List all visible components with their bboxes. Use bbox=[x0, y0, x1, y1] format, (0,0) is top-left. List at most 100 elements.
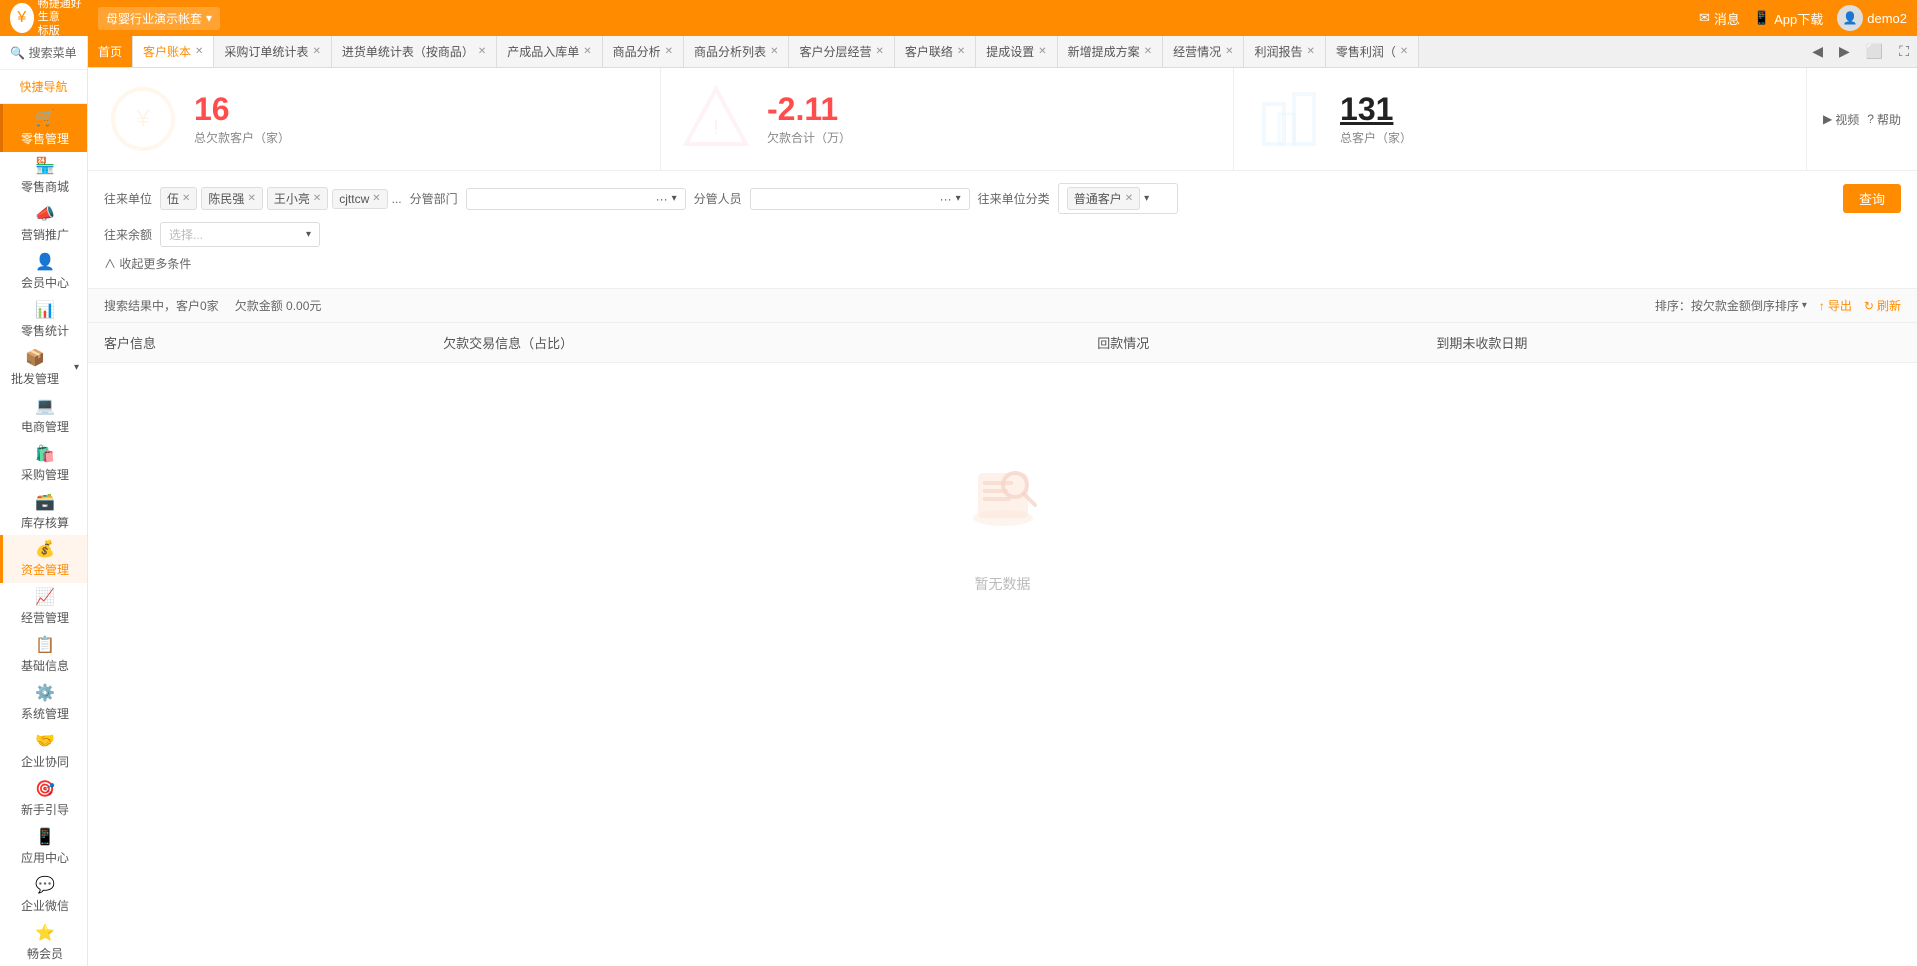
filter-person-more-icon: ··· bbox=[940, 192, 952, 206]
sidebar-item-retail-mall[interactable]: 🏪 零售商城 bbox=[0, 152, 87, 200]
export-icon: ↑ bbox=[1819, 299, 1825, 313]
wholesale-icon: 📦 bbox=[25, 348, 45, 368]
tab-close-product-analysis[interactable]: ✕ bbox=[665, 46, 673, 57]
sidebar-item-newbie[interactable]: 🎯 新手引导 bbox=[0, 774, 87, 822]
tab-next-button[interactable]: ▶ bbox=[1831, 39, 1858, 64]
tab-close-profit[interactable]: ✕ bbox=[1307, 46, 1315, 57]
filter-tag-wang: 王小亮 ✕ bbox=[267, 187, 328, 210]
tab-product-analysis-list[interactable]: 商品分析列表 ✕ bbox=[684, 36, 789, 67]
filter-label-person: 分管人员 bbox=[694, 190, 742, 207]
data-table: 客户信息 欠款交易信息（占比） 回款情况 到期未收款日期 bbox=[88, 323, 1917, 363]
tab-close-retail-profit[interactable]: ✕ bbox=[1400, 46, 1408, 57]
filter-label-unit: 往来单位 bbox=[104, 190, 152, 207]
tab-close-promotion[interactable]: ✕ bbox=[1038, 46, 1046, 57]
tab-close-purchase[interactable]: ✕ bbox=[312, 46, 320, 57]
finance-icon: 💰 bbox=[35, 539, 55, 559]
tab-close-contact[interactable]: ✕ bbox=[957, 46, 965, 57]
sidebar-item-marketing[interactable]: 📣 营销推广 bbox=[0, 200, 87, 248]
tab-product-analysis[interactable]: 商品分析 ✕ bbox=[603, 36, 684, 67]
tab-purchase-order-stats[interactable]: 采购订单统计表 ✕ bbox=[214, 36, 331, 67]
sidebar-item-member[interactable]: 👤 会员中心 bbox=[0, 248, 87, 296]
tab-close-stock[interactable]: ✕ bbox=[478, 46, 486, 57]
sidebar-item-operation[interactable]: 📈 经营管理 bbox=[0, 583, 87, 631]
app-download-button[interactable]: 📱 App下载 bbox=[1754, 9, 1823, 28]
sidebar-item-system[interactable]: ⚙️ 系统管理 bbox=[0, 679, 87, 727]
purchase-icon: 🛍️ bbox=[35, 444, 55, 464]
refresh-button[interactable]: ↻ 刷新 bbox=[1864, 297, 1901, 314]
stat-card-total-customers: 131 总客户（家） bbox=[1234, 68, 1807, 170]
sidebar-item-ecommerce[interactable]: 💻 电商管理 bbox=[0, 391, 87, 439]
tab-customer-contact[interactable]: 客户联络 ✕ bbox=[895, 36, 976, 67]
stat-label-debt: 欠款合计（万） bbox=[767, 129, 851, 146]
sidebar-item-retail-mgmt[interactable]: 🛒 零售管理 bbox=[0, 104, 87, 152]
filter-select-dept[interactable]: ··· ▾ bbox=[466, 188, 686, 210]
sidebar-item-wechat[interactable]: 💬 企业微信 bbox=[0, 870, 87, 918]
filter-label-balance: 往来余额 bbox=[104, 226, 152, 243]
tab-customer-segment[interactable]: 客户分层经营 ✕ bbox=[789, 36, 894, 67]
tab-retail-profit[interactable]: 零售利润（ ✕ bbox=[1326, 36, 1419, 67]
tab-profit-report[interactable]: 利润报告 ✕ bbox=[1244, 36, 1325, 67]
sidebar-item-app-center[interactable]: 📱 应用中心 bbox=[0, 822, 87, 870]
filter-select-category[interactable]: 普通客户 ✕ ▾ bbox=[1058, 183, 1178, 214]
tab-fullscreen-button[interactable]: ⛶ bbox=[1891, 39, 1917, 64]
sidebar-search[interactable]: 🔍 搜索菜单 bbox=[0, 36, 87, 70]
sidebar-item-retail-stats[interactable]: 📊 零售统计 bbox=[0, 296, 87, 344]
sidebar-item-enterprise[interactable]: 🤝 企业协同 bbox=[0, 727, 87, 775]
sidebar-item-finance[interactable]: 💰 资金管理 bbox=[0, 535, 87, 583]
sidebar-item-wholesale-mgmt[interactable]: 📦 批发管理 ▾ bbox=[0, 343, 87, 391]
tab-expand-button[interactable]: ⬜ bbox=[1858, 39, 1891, 64]
workspace-selector[interactable]: 母婴行业演示帐套 ▾ bbox=[98, 7, 220, 30]
tab-close-add-promo[interactable]: ✕ bbox=[1144, 46, 1152, 57]
marketing-icon: 📣 bbox=[35, 204, 55, 224]
tab-customer-book[interactable]: 客户账本 ✕ bbox=[133, 36, 214, 67]
help-links: ▶ 视频 ? 帮助 bbox=[1807, 68, 1917, 170]
tag-close-chen[interactable]: ✕ bbox=[247, 193, 255, 204]
tag-close-wang[interactable]: ✕ bbox=[313, 193, 321, 204]
sort-label: 排序：按欠款金额倒序排序 bbox=[1655, 297, 1799, 314]
result-bar-right: 排序：按欠款金额倒序排序 ▾ ↑ 导出 ↻ 刷新 bbox=[1655, 297, 1901, 314]
sidebar-item-purchase[interactable]: 🛍️ 采购管理 bbox=[0, 439, 87, 487]
tab-close-product-list[interactable]: ✕ bbox=[770, 46, 778, 57]
tag-close-cjttcw[interactable]: ✕ bbox=[372, 193, 380, 204]
tab-close-segment[interactable]: ✕ bbox=[875, 46, 883, 57]
tab-close-operation[interactable]: ✕ bbox=[1225, 46, 1233, 57]
tab-close-customer-book[interactable]: ✕ bbox=[195, 46, 203, 57]
stat-icon-debt: ! bbox=[681, 84, 751, 154]
filter-more-tags[interactable]: ... bbox=[392, 192, 402, 206]
empty-state: 暂无数据 bbox=[88, 363, 1917, 674]
tab-stock-stats[interactable]: 进货单统计表（按商品） ✕ bbox=[332, 36, 497, 67]
main-layout: 🔍 搜索菜单 快捷导航 🛒 零售管理 🏪 零售商城 📣 营销推广 👤 会员中心 bbox=[0, 36, 1917, 966]
video-help-link[interactable]: ▶ 视频 bbox=[1823, 111, 1859, 128]
tab-close-production[interactable]: ✕ bbox=[583, 46, 591, 57]
sidebar-item-basic-info[interactable]: 📋 基础信息 bbox=[0, 631, 87, 679]
stat-card-debt-amount: ! -2.11 欠款合计（万） bbox=[661, 68, 1234, 170]
col-header-repayment: 回款情况 bbox=[1081, 323, 1420, 363]
tab-home[interactable]: 首页 bbox=[88, 36, 133, 67]
collapse-filter-button[interactable]: ∧ 收起更多条件 bbox=[104, 255, 1901, 272]
tab-prev-button[interactable]: ◀ bbox=[1804, 39, 1831, 64]
tab-production-stock[interactable]: 产成品入库单 ✕ bbox=[497, 36, 602, 67]
result-text: 搜索结果中，客户0家 bbox=[104, 297, 219, 314]
help-link[interactable]: ? 帮助 bbox=[1867, 111, 1901, 128]
export-button[interactable]: ↑ 导出 bbox=[1819, 297, 1852, 314]
tab-add-promotion[interactable]: 新增提成方案 ✕ bbox=[1058, 36, 1163, 67]
debt-amount-text: 欠款金额 0.00元 bbox=[235, 297, 322, 314]
tab-promotion-settings[interactable]: 提成设置 ✕ bbox=[976, 36, 1057, 67]
sidebar-item-vip[interactable]: ⭐ 畅会员 bbox=[0, 918, 87, 966]
logo-area: ¥ 畅捷通好生意 标版 bbox=[10, 0, 90, 38]
quick-nav[interactable]: 快捷导航 bbox=[0, 70, 87, 104]
filter-select-balance[interactable]: 选择... ▾ bbox=[160, 222, 320, 247]
sort-selector[interactable]: 排序：按欠款金额倒序排序 ▾ bbox=[1655, 297, 1807, 314]
message-button[interactable]: ✉ 消息 bbox=[1699, 9, 1740, 28]
tab-operation-status[interactable]: 经营情况 ✕ bbox=[1163, 36, 1244, 67]
user-menu[interactable]: 👤 demo2 bbox=[1837, 5, 1907, 31]
system-icon: ⚙️ bbox=[35, 683, 55, 703]
stat-icon-customers bbox=[1254, 84, 1324, 154]
sidebar-item-inventory[interactable]: 🗃️ 库存核算 bbox=[0, 487, 87, 535]
query-button[interactable]: 查询 bbox=[1843, 184, 1901, 213]
filter-select-person[interactable]: ··· ▾ bbox=[750, 188, 970, 210]
stat-value-debt: -2.11 bbox=[767, 93, 851, 125]
tag-close-normal-customer[interactable]: ✕ bbox=[1125, 193, 1133, 204]
tag-close-wu[interactable]: ✕ bbox=[182, 193, 190, 204]
filter-dept-more-icon: ··· bbox=[656, 192, 668, 206]
